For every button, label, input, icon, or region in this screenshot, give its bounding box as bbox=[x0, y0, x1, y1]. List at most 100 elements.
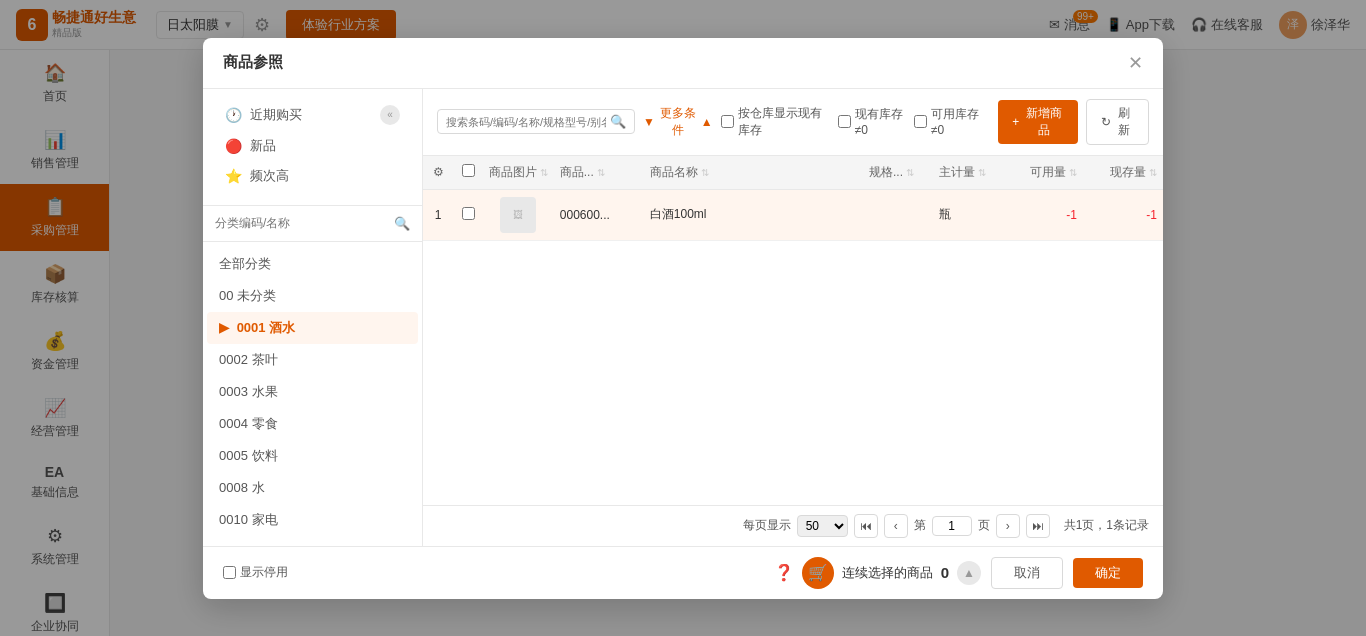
th-checkbox[interactable] bbox=[453, 156, 483, 190]
filter-button[interactable]: ▼ 更多条件 ▲ bbox=[643, 105, 713, 139]
page-first-button[interactable]: ⏮ bbox=[854, 514, 878, 538]
cat-item-0004[interactable]: 0004 零食 bbox=[207, 408, 418, 440]
row-product-code: 000600... bbox=[554, 189, 644, 240]
checkbox-avail-label: 可用库存≠0 bbox=[931, 106, 982, 137]
row-checkbox[interactable] bbox=[462, 207, 475, 220]
cart-count: 0 bbox=[941, 564, 949, 581]
refresh-button[interactable]: ↻ 刷新 bbox=[1086, 99, 1149, 145]
new-product-button[interactable]: + 新增商品 bbox=[998, 100, 1078, 144]
confirm-button[interactable]: 确定 bbox=[1073, 558, 1143, 588]
modal-toolbar: 🔍 ▼ 更多条件 ▲ 按仓库显示现有库存 现有库存≠0 bbox=[423, 89, 1163, 156]
page-input[interactable] bbox=[932, 516, 972, 536]
new-product-btn-label: 新增商品 bbox=[1023, 105, 1063, 139]
row-unit: 瓶 bbox=[933, 189, 1003, 240]
page-prev-button[interactable]: ‹ bbox=[884, 514, 908, 538]
product-search-icon[interactable]: 🔍 bbox=[610, 114, 626, 129]
recent-item-frequent[interactable]: ⭐ 频次高 bbox=[215, 161, 410, 191]
cat-code-label: 00 未分类 bbox=[219, 288, 276, 303]
checkbox-nonzero-input[interactable] bbox=[838, 115, 851, 128]
checkbox-avail-stock[interactable]: 可用库存≠0 bbox=[914, 106, 982, 137]
cat-0005-label: 0005 饮料 bbox=[219, 448, 278, 463]
cat-0003-label: 0003 水果 bbox=[219, 384, 278, 399]
page-total-text: 共1页，1条记录 bbox=[1064, 517, 1149, 534]
modal-title: 商品参照 bbox=[223, 53, 283, 72]
cat-item-0003[interactable]: 0003 水果 bbox=[207, 376, 418, 408]
modal-footer: 显示停用 ❓ 🛒 连续选择的商品 0 ▲ 取消 确定 bbox=[203, 546, 1163, 599]
recent-section: 🕐 近期购买 « 🔴 新品 ⭐ 频次高 bbox=[203, 99, 422, 199]
modal-right-panel: 🔍 ▼ 更多条件 ▲ 按仓库显示现有库存 现有库存≠0 bbox=[423, 89, 1163, 546]
refresh-icon: ↻ bbox=[1101, 115, 1111, 129]
cat-item-00[interactable]: 00 未分类 bbox=[207, 280, 418, 312]
all-category-label: 全部分类 bbox=[219, 256, 271, 271]
th-product-spec[interactable]: 规格... bbox=[863, 156, 933, 190]
th-settings[interactable]: ⚙ bbox=[423, 156, 453, 190]
per-page-label: 每页显示 bbox=[743, 517, 791, 534]
frequent-icon: ⭐ bbox=[225, 168, 242, 184]
help-icon[interactable]: ❓ bbox=[774, 563, 794, 582]
image-icon: 🖼 bbox=[513, 209, 523, 220]
filter-label: 更多条件 bbox=[659, 105, 697, 139]
modal-close-button[interactable]: ✕ bbox=[1128, 52, 1143, 74]
cat-0002-label: 0002 茶叶 bbox=[219, 352, 278, 367]
row-product-name: 白酒100ml bbox=[644, 189, 863, 240]
category-search-row: 🔍 bbox=[203, 212, 422, 235]
cat-0008-label: 0008 水 bbox=[219, 480, 265, 495]
divider-1 bbox=[203, 205, 422, 206]
show-disabled-checkbox-label[interactable]: 显示停用 bbox=[223, 564, 288, 581]
category-search-input[interactable] bbox=[215, 216, 390, 230]
row-product-image: 🖼 bbox=[483, 189, 554, 240]
select-all-checkbox[interactable] bbox=[462, 164, 475, 177]
category-search-icon[interactable]: 🔍 bbox=[394, 216, 410, 231]
collapse-footer-button[interactable]: ▲ bbox=[957, 561, 981, 585]
new-product-label: 新品 bbox=[250, 137, 276, 155]
checkbox-avail-input[interactable] bbox=[914, 115, 927, 128]
th-unit[interactable]: 主计量 bbox=[933, 156, 1003, 190]
recent-item-new[interactable]: 🔴 新品 bbox=[215, 131, 410, 161]
th-avail-qty[interactable]: 可用量 bbox=[1003, 156, 1083, 190]
cart-icon-button[interactable]: 🛒 bbox=[802, 557, 834, 589]
category-list: 全部分类 00 未分类 ▶ 0001 酒水 0002 茶叶 0003 水果 bbox=[203, 248, 422, 536]
cat-item-0005[interactable]: 0005 饮料 bbox=[207, 440, 418, 472]
th-stock-qty[interactable]: 现存量 bbox=[1083, 156, 1163, 190]
recent-buy-label: 近期购买 bbox=[250, 106, 302, 124]
collapse-left-button[interactable]: « bbox=[380, 105, 400, 125]
modal-overlay: 商品参照 ✕ 🕐 近期购买 « 🔴 新品 ⭐ bbox=[0, 0, 1366, 636]
product-table: ⚙ 商品图片 商品... 商品名称 规格... 主计量 可用量 bbox=[423, 156, 1163, 241]
filter-icon: ▼ bbox=[643, 115, 655, 129]
product-reference-modal: 商品参照 ✕ 🕐 近期购买 « 🔴 新品 ⭐ bbox=[203, 38, 1163, 599]
row-checkbox-cell[interactable] bbox=[453, 189, 483, 240]
product-search-input[interactable] bbox=[446, 116, 606, 128]
plus-icon: + bbox=[1012, 115, 1019, 129]
product-table-area: ⚙ 商品图片 商品... 商品名称 规格... 主计量 可用量 bbox=[423, 156, 1163, 505]
per-page-select[interactable]: 50 100 200 bbox=[797, 515, 848, 537]
continuous-label: 连续选择的商品 bbox=[842, 564, 933, 582]
page-last-button[interactable]: ⏭ bbox=[1026, 514, 1050, 538]
divider-2 bbox=[203, 241, 422, 242]
cat-item-0002[interactable]: 0002 茶叶 bbox=[207, 344, 418, 376]
page-label: 第 bbox=[914, 517, 926, 534]
cat-0004-label: 0004 零食 bbox=[219, 416, 278, 431]
row-product-spec bbox=[863, 189, 933, 240]
cart-area: ❓ 🛒 连续选择的商品 0 ▲ bbox=[774, 557, 981, 589]
checkbox-nonzero-stock[interactable]: 现有库存≠0 bbox=[838, 106, 906, 137]
cat-item-all[interactable]: 全部分类 bbox=[207, 248, 418, 280]
checkbox-warehouse-input[interactable] bbox=[721, 115, 734, 128]
checkbox-warehouse-stock[interactable]: 按仓库显示现有库存 bbox=[721, 105, 830, 139]
pagination-row: 每页显示 50 100 200 ⏮ ‹ 第 页 › ⏭ 共1页，1条记录 bbox=[423, 505, 1163, 546]
th-product-image[interactable]: 商品图片 bbox=[483, 156, 554, 190]
cat-item-0001[interactable]: ▶ 0001 酒水 bbox=[207, 312, 418, 344]
show-disabled-checkbox[interactable] bbox=[223, 566, 236, 579]
cancel-button[interactable]: 取消 bbox=[991, 557, 1063, 589]
show-disabled-label: 显示停用 bbox=[240, 564, 288, 581]
table-row[interactable]: 1 🖼 000600... 白酒100ml bbox=[423, 189, 1163, 240]
recent-item-recent-buy[interactable]: 🕐 近期购买 « bbox=[215, 99, 410, 131]
th-product-name[interactable]: 商品名称 bbox=[644, 156, 863, 190]
th-product-code[interactable]: 商品... bbox=[554, 156, 644, 190]
cat-item-0008[interactable]: 0008 水 bbox=[207, 472, 418, 504]
row-avail-qty: -1 bbox=[1003, 189, 1083, 240]
page-next-button[interactable]: › bbox=[996, 514, 1020, 538]
product-img-placeholder: 🖼 bbox=[500, 197, 536, 233]
settings-icon: ⚙ bbox=[433, 165, 444, 179]
cat-item-0010[interactable]: 0010 家电 bbox=[207, 504, 418, 536]
modal-body: 🕐 近期购买 « 🔴 新品 ⭐ 频次高 🔍 bbox=[203, 89, 1163, 546]
